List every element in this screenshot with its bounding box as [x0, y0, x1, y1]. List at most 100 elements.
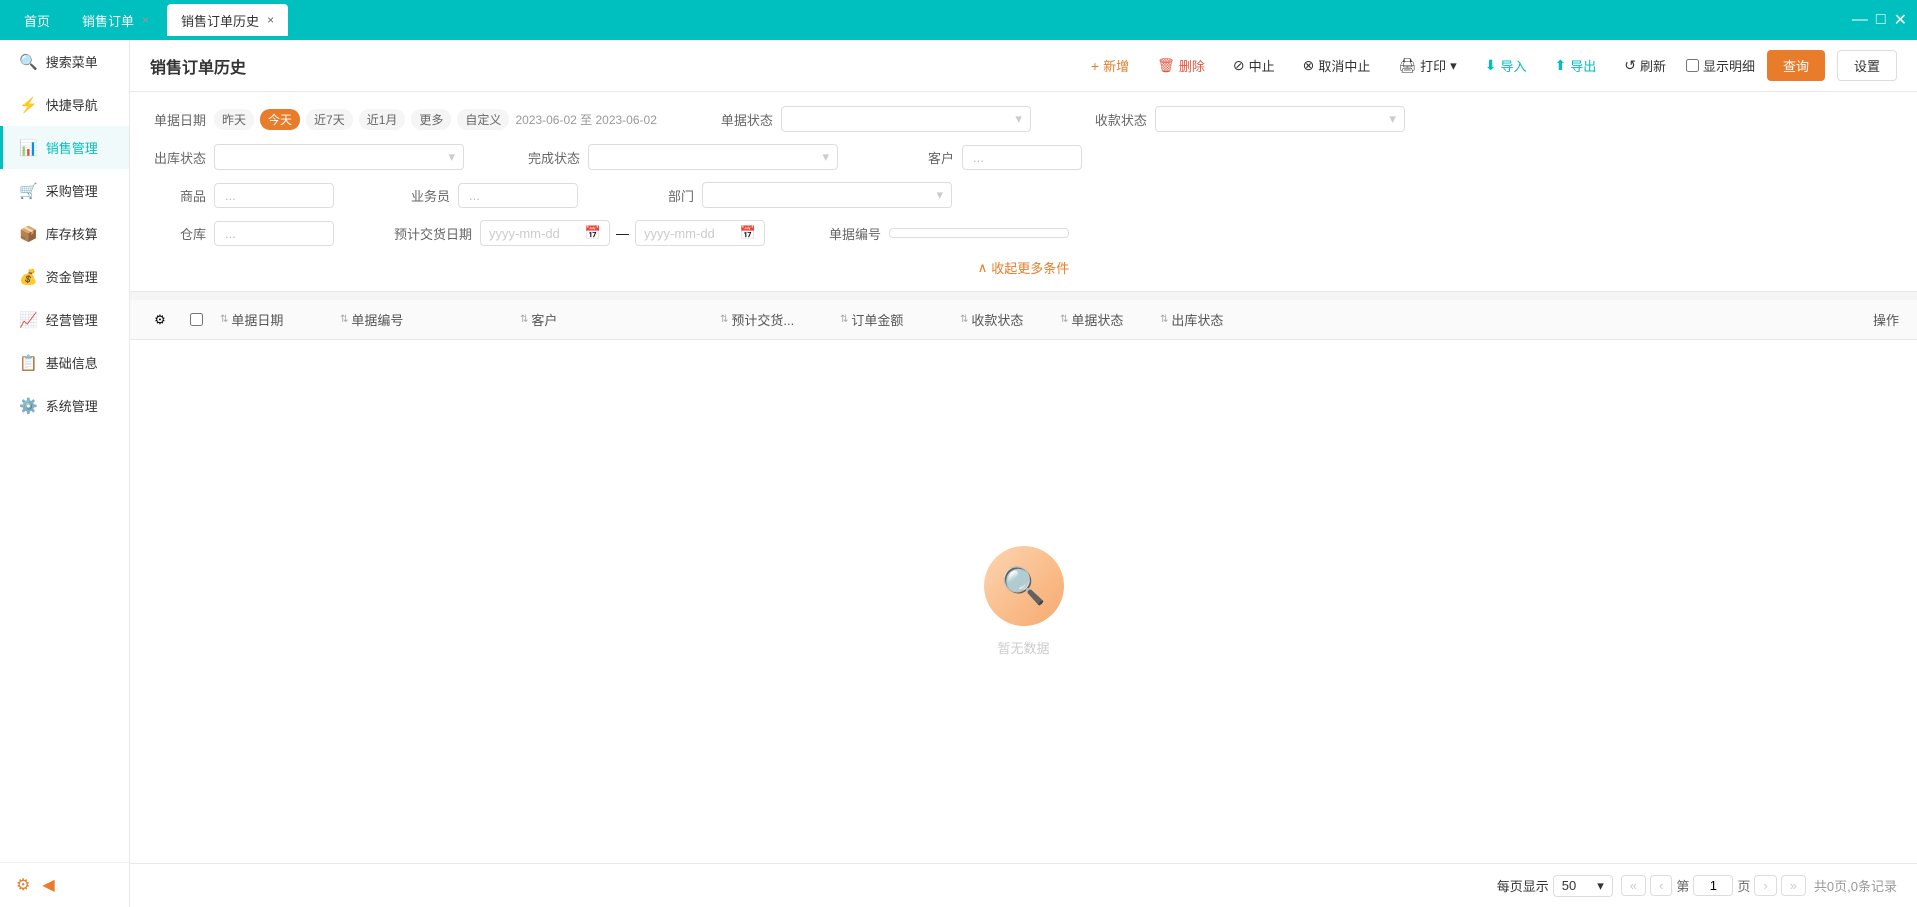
delivery-date-to[interactable]: yyyy-mm-dd 📅 — [635, 220, 765, 246]
sidebar-item-basic-info[interactable]: 📋 基础信息 — [0, 341, 129, 384]
sidebar: 🔍 搜索菜单 ⚡ 快捷导航 📊 销售管理 🛒 采购管理 📦 库存核算 💰 资金管… — [0, 40, 130, 907]
table-body: 🔍 暂无数据 — [130, 340, 1917, 863]
th-sort-icon-delivery[interactable]: ⇅ — [720, 314, 728, 325]
th-sort-icon-bill[interactable]: ⇅ — [1060, 314, 1068, 325]
filter-area: 单据日期 昨天 今天 近7天 近1月 更多 自定义 2023-06-02 至 2… — [130, 92, 1917, 292]
page-size-arrow: ▾ — [1597, 878, 1604, 894]
page-size-selector: 每页显示 50 ▾ — [1497, 875, 1613, 897]
tab-sales-order[interactable]: 销售订单 × — [68, 4, 163, 36]
department-select[interactable]: ▾ — [702, 182, 952, 208]
date-range-separator: — — [616, 226, 629, 241]
close-tab-history[interactable]: × — [267, 13, 274, 27]
filter-row-3: 商品 ... 业务员 ... 部门 ▾ — [150, 182, 1897, 208]
collapse-sidebar-icon[interactable]: ◀ — [42, 875, 54, 895]
th-number: ⇅ 单据编号 — [332, 310, 512, 329]
th-amount: ⇅ 订单金额 — [832, 310, 952, 329]
th-bill-status: ⇅ 单据状态 — [1052, 310, 1152, 329]
th-sort-icon-recv[interactable]: ⇅ — [960, 314, 968, 325]
page-size-value: 50 — [1562, 878, 1576, 893]
show-detail-checkbox-label[interactable]: 显示明细 — [1686, 56, 1755, 75]
date-range-display: 2023-06-02 至 2023-06-02 — [515, 111, 656, 128]
date-chip-last1month[interactable]: 近1月 — [359, 109, 406, 130]
window-close-button[interactable]: ✕ — [1894, 10, 1907, 30]
sidebar-item-inventory[interactable]: 📦 库存核算 — [0, 212, 129, 255]
current-page-input[interactable] — [1693, 875, 1733, 896]
print-arrow-icon: ▾ — [1450, 58, 1457, 74]
th-sort-icon-amount[interactable]: ⇅ — [840, 314, 848, 325]
date-chip-custom[interactable]: 自定义 — [457, 109, 509, 130]
delete-button[interactable]: 🗑 删除 — [1149, 52, 1213, 79]
next-page-button[interactable]: › — [1754, 875, 1776, 896]
department-filter: 部门 ▾ — [638, 182, 952, 208]
stop-button[interactable]: ⊘ 中止 — [1225, 52, 1283, 79]
table-header: ⚙ ⇅ 单据日期 ⇅ 单据编号 ⇅ 客户 ⇅ 预计交货. — [130, 300, 1917, 340]
page-size-dropdown[interactable]: 50 ▾ — [1553, 875, 1613, 897]
select-all-input[interactable] — [190, 313, 203, 326]
salesperson-filter: 业务员 ... — [394, 183, 578, 208]
sidebar-item-quick-nav[interactable]: ⚡ 快捷导航 — [0, 83, 129, 126]
sidebar-item-finance[interactable]: 💰 资金管理 — [0, 255, 129, 298]
complete-status-select[interactable]: ▾ — [588, 144, 838, 170]
table-settings-gear[interactable]: ⚙ — [140, 312, 180, 328]
sidebar-item-system-mgmt[interactable]: ⚙️ 系统管理 — [0, 384, 129, 427]
close-tab-sales-order[interactable]: × — [142, 13, 149, 27]
tab-sales-order-history[interactable]: 销售订单历史 × — [167, 4, 288, 36]
bill-number-label: 单据编号 — [825, 224, 881, 243]
th-sort-icon-out[interactable]: ⇅ — [1160, 314, 1168, 325]
th-sort-icon-num[interactable]: ⇅ — [340, 314, 348, 325]
maximize-button[interactable]: □ — [1876, 11, 1886, 29]
calendar-from-icon: 📅 — [585, 225, 601, 241]
department-arrow: ▾ — [936, 187, 943, 203]
show-detail-checkbox[interactable] — [1686, 59, 1699, 72]
cancel-stop-button[interactable]: ⊗ 取消中止 — [1295, 52, 1379, 79]
customer-input[interactable]: ... — [962, 145, 1082, 170]
collapse-up-icon: ∧ — [978, 260, 988, 276]
table-select-all-checkbox[interactable] — [180, 313, 212, 326]
sidebar-item-search-menu[interactable]: 🔍 搜索菜单 — [0, 40, 129, 83]
date-chip-today[interactable]: 今天 — [260, 109, 300, 130]
out-status-select[interactable]: ▾ — [214, 144, 464, 170]
refresh-button[interactable]: ↺ 刷新 — [1616, 52, 1674, 79]
sidebar-item-operations[interactable]: 📈 经营管理 — [0, 298, 129, 341]
prev-page-button[interactable]: ‹ — [1650, 875, 1672, 896]
warehouse-label: 仓库 — [150, 224, 206, 243]
export-button[interactable]: ⬆ 导出 — [1546, 52, 1604, 79]
th-sort-icon-customer[interactable]: ⇅ — [520, 314, 528, 325]
delivery-date-from[interactable]: yyyy-mm-dd 📅 — [480, 220, 610, 246]
date-chip-more[interactable]: 更多 — [411, 109, 451, 130]
refresh-icon: ↺ — [1624, 57, 1636, 74]
product-input[interactable]: ... — [214, 183, 334, 208]
query-button[interactable]: 查询 — [1767, 50, 1825, 81]
bill-number-input[interactable] — [889, 228, 1069, 238]
filter-row-4: 仓库 ... 预计交货日期 yyyy-mm-dd 📅 — yyyy — [150, 220, 1897, 246]
print-button[interactable]: 🖨 打印 ▾ — [1390, 52, 1464, 79]
main-layout: 🔍 搜索菜单 ⚡ 快捷导航 📊 销售管理 🛒 采购管理 📦 库存核算 💰 资金管… — [0, 40, 1917, 907]
empty-illustration: 🔍 — [984, 546, 1064, 626]
recv-status-filter: 收款状态 ▾ — [1091, 106, 1405, 132]
recv-status-label: 收款状态 — [1091, 110, 1147, 129]
th-sort-icon[interactable]: ⇅ — [220, 314, 228, 325]
filter-row-2: 出库状态 ▾ 完成状态 ▾ 客户 ... — [150, 144, 1897, 170]
system-mgmt-icon: ⚙️ — [19, 397, 38, 415]
page-navigation: « ‹ 第 页 › » — [1621, 875, 1806, 896]
last-page-button[interactable]: » — [1781, 875, 1806, 896]
bill-status-select[interactable]: ▾ — [781, 106, 1031, 132]
tab-home[interactable]: 首页 — [10, 4, 64, 36]
collapse-row[interactable]: ∧ 收起更多条件 — [150, 258, 1897, 277]
content-area: 销售订单历史 + 新增 🗑 删除 ⊘ 中止 ⊗ 取消中止 — [130, 40, 1917, 907]
import-button[interactable]: ⬇ 导入 — [1477, 52, 1535, 79]
warehouse-input[interactable]: ... — [214, 221, 334, 246]
recv-status-select[interactable]: ▾ — [1155, 106, 1405, 132]
setting-button[interactable]: 设置 — [1837, 50, 1897, 81]
total-info: 共0页,0条记录 — [1814, 876, 1897, 895]
sidebar-item-purchase-mgmt[interactable]: 🛒 采购管理 — [0, 169, 129, 212]
new-button[interactable]: + 新增 — [1083, 52, 1137, 79]
settings-icon[interactable]: ⚙ — [16, 875, 30, 895]
first-page-button[interactable]: « — [1621, 875, 1646, 896]
date-chip-last7days[interactable]: 近7天 — [306, 109, 353, 130]
salesperson-input[interactable]: ... — [458, 183, 578, 208]
sidebar-item-sales-mgmt[interactable]: 📊 销售管理 — [0, 126, 129, 169]
out-status-filter: 出库状态 ▾ — [150, 144, 464, 170]
minimize-button[interactable]: — — [1852, 11, 1868, 29]
date-chip-yesterday[interactable]: 昨天 — [214, 109, 254, 130]
